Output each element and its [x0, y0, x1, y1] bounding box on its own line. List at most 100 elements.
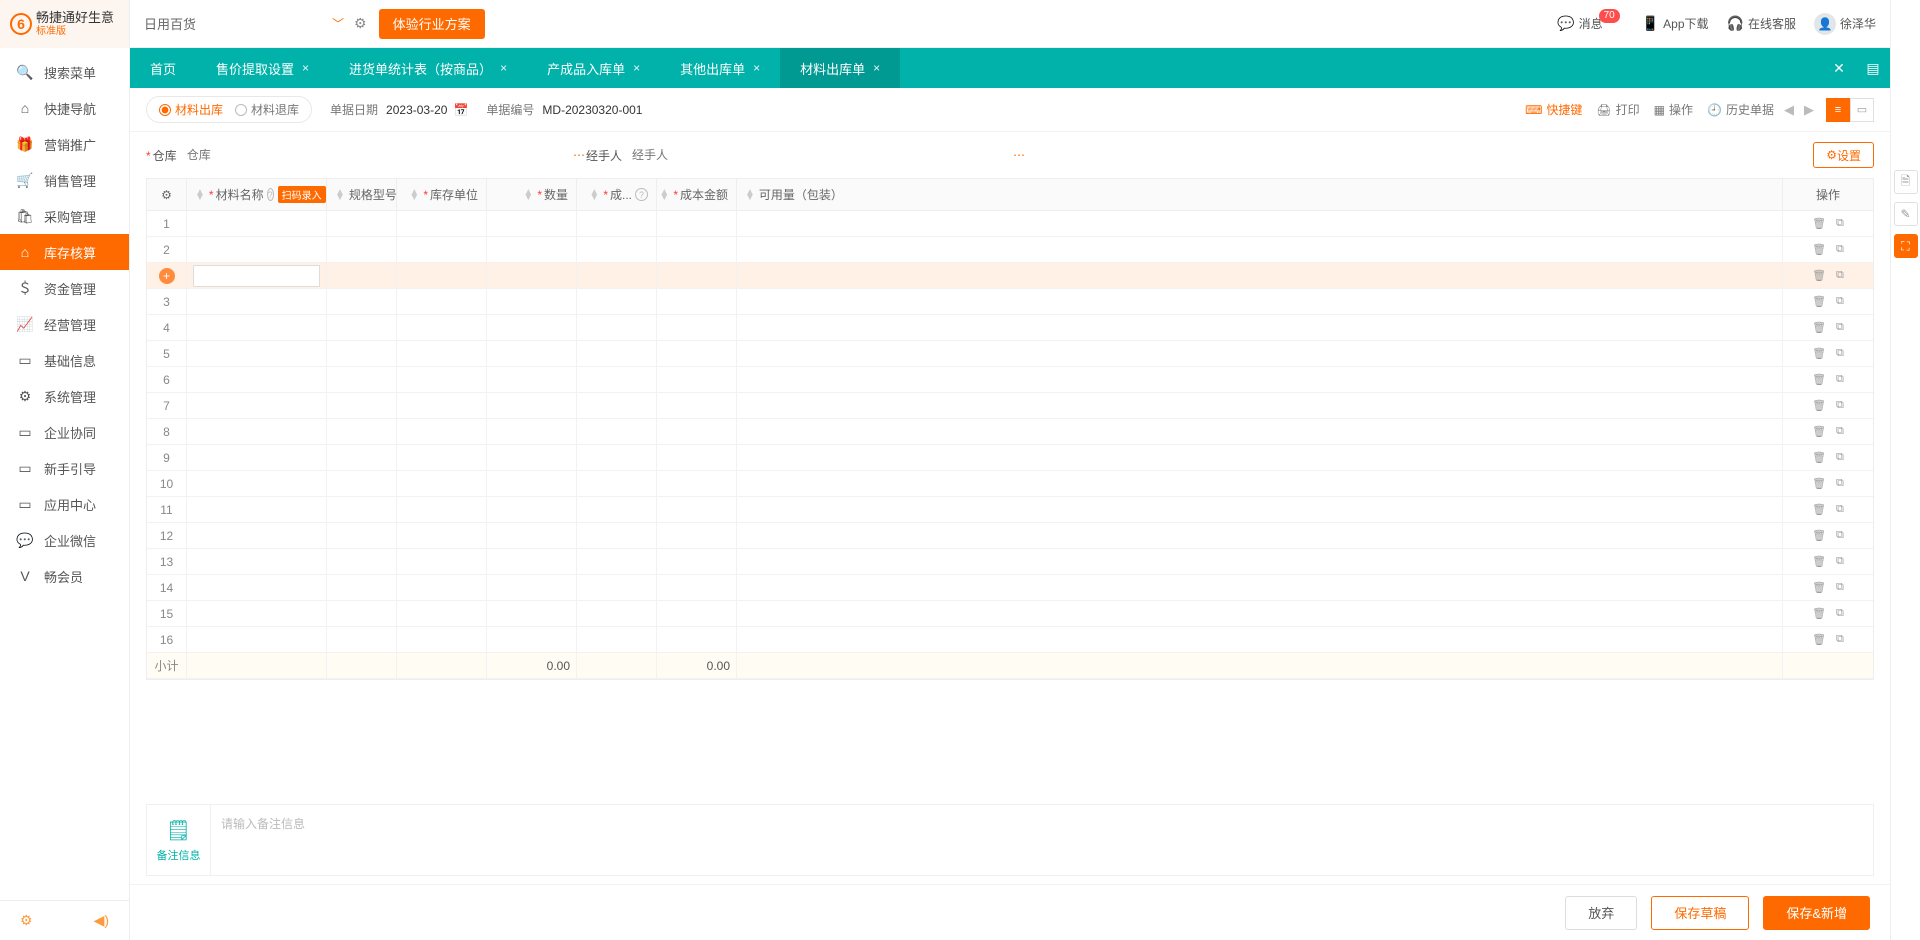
unit-cell[interactable]: [397, 497, 487, 522]
cost-cell[interactable]: [577, 419, 657, 444]
unit-cell[interactable]: [397, 237, 487, 262]
copy-row-icon[interactable]: ⧉: [1836, 295, 1844, 308]
sidebar-collapse-icon[interactable]: ◀): [94, 912, 109, 929]
available-cell[interactable]: [737, 237, 1783, 262]
cost-cell[interactable]: [577, 497, 657, 522]
unit-cell[interactable]: [397, 419, 487, 444]
delete-row-icon[interactable]: 🗑: [1812, 581, 1826, 594]
model-cell[interactable]: [327, 237, 397, 262]
close-icon[interactable]: ×: [753, 61, 760, 75]
cost-cell[interactable]: [577, 393, 657, 418]
cost-cell[interactable]: [577, 523, 657, 548]
model-cell[interactable]: [327, 627, 397, 652]
material-cell[interactable]: [187, 523, 327, 548]
model-cell[interactable]: [327, 471, 397, 496]
sidebar-item-7[interactable]: 📈经营管理: [0, 306, 129, 342]
available-cell[interactable]: [737, 289, 1783, 314]
unit-cell[interactable]: [397, 575, 487, 600]
prev-doc-button[interactable]: ◀: [1784, 102, 1794, 118]
amount-cell[interactable]: [657, 627, 737, 652]
material-cell[interactable]: [187, 289, 327, 314]
warehouse-more-icon[interactable]: ⋯: [573, 148, 586, 162]
amount-cell[interactable]: [657, 289, 737, 314]
qty-cell[interactable]: [487, 445, 577, 470]
cost-cell[interactable]: [577, 445, 657, 470]
tab-close-all-button[interactable]: ✕: [1822, 48, 1856, 88]
amount-cell[interactable]: [657, 419, 737, 444]
material-cell[interactable]: [187, 341, 327, 366]
model-cell[interactable]: [327, 419, 397, 444]
material-cell[interactable]: [187, 419, 327, 444]
warehouse-input[interactable]: [187, 148, 569, 162]
unit-cell[interactable]: [397, 627, 487, 652]
amount-cell[interactable]: [657, 575, 737, 600]
col-quantity[interactable]: ▲▼ *数量: [487, 179, 577, 210]
delete-row-icon[interactable]: 🗑: [1812, 321, 1826, 334]
qty-cell[interactable]: [487, 549, 577, 574]
model-cell[interactable]: [327, 497, 397, 522]
cost-cell[interactable]: [577, 211, 657, 236]
material-cell[interactable]: [187, 237, 327, 262]
category-selector[interactable]: 日用百货 ﹀: [144, 14, 344, 33]
unit-cell[interactable]: [397, 211, 487, 236]
available-cell[interactable]: [737, 549, 1783, 574]
copy-row-icon[interactable]: ⧉: [1836, 373, 1844, 386]
dock-expand-button[interactable]: ⛶: [1894, 234, 1918, 258]
unit-cell[interactable]: [397, 549, 487, 574]
model-cell[interactable]: [327, 315, 397, 340]
close-icon[interactable]: ×: [633, 61, 640, 75]
col-material-name[interactable]: ▲▼ *材料名称 ? 扫码录入: [187, 179, 327, 210]
print-link[interactable]: 🖨打印: [1596, 101, 1639, 118]
sidebar-item-9[interactable]: ⚙系统管理: [0, 378, 129, 414]
dock-link-button[interactable]: ✎: [1894, 202, 1918, 226]
copy-row-icon[interactable]: ⧉: [1836, 347, 1844, 360]
delete-row-icon[interactable]: 🗑: [1812, 529, 1826, 542]
delete-row-icon[interactable]: 🗑: [1812, 269, 1826, 282]
sidebar-item-13[interactable]: 💬企业微信: [0, 522, 129, 558]
copy-row-icon[interactable]: ⧉: [1836, 581, 1844, 594]
model-cell[interactable]: [327, 211, 397, 236]
shortcut-link[interactable]: ⌨快捷键: [1525, 101, 1582, 118]
amount-cell[interactable]: [657, 471, 737, 496]
delete-row-icon[interactable]: 🗑: [1812, 373, 1826, 386]
help-icon[interactable]: ?: [267, 188, 274, 201]
qty-cell[interactable]: [487, 575, 577, 600]
unit-cell[interactable]: [397, 367, 487, 392]
close-icon[interactable]: ×: [500, 61, 507, 75]
sidebar-item-0[interactable]: 🔍搜索菜单: [0, 54, 129, 90]
sidebar-item-3[interactable]: 🛒销售管理: [0, 162, 129, 198]
header-user[interactable]: 👤 徐泽华: [1814, 13, 1876, 35]
amount-cell[interactable]: [657, 211, 737, 236]
amount-cell[interactable]: [657, 263, 737, 288]
material-cell[interactable]: [187, 575, 327, 600]
view-list-button[interactable]: ≡: [1826, 98, 1850, 122]
amount-cell[interactable]: [657, 315, 737, 340]
sidebar-item-2[interactable]: 🎁营销推广: [0, 126, 129, 162]
cost-cell[interactable]: [577, 289, 657, 314]
copy-row-icon[interactable]: ⧉: [1836, 477, 1844, 490]
scan-input-badge[interactable]: 扫码录入: [278, 186, 326, 203]
unit-cell[interactable]: [397, 289, 487, 314]
delete-row-icon[interactable]: 🗑: [1812, 399, 1826, 412]
col-cost-amount[interactable]: ▲▼ *成本金额: [657, 179, 737, 210]
delete-row-icon[interactable]: 🗑: [1812, 503, 1826, 516]
unit-cell[interactable]: [397, 341, 487, 366]
available-cell[interactable]: [737, 393, 1783, 418]
sidebar-item-14[interactable]: V畅会员: [0, 558, 129, 594]
cost-cell[interactable]: [577, 341, 657, 366]
cost-cell[interactable]: [577, 367, 657, 392]
cost-cell[interactable]: [577, 315, 657, 340]
history-link[interactable]: 🕘历史单据: [1707, 101, 1774, 118]
qty-cell[interactable]: [487, 627, 577, 652]
copy-row-icon[interactable]: ⧉: [1836, 425, 1844, 438]
remark-textarea[interactable]: 请输入备注信息: [211, 805, 1873, 875]
qty-cell[interactable]: [487, 315, 577, 340]
add-row-button[interactable]: +: [147, 263, 187, 288]
copy-row-icon[interactable]: ⧉: [1836, 529, 1844, 542]
abandon-button[interactable]: 放弃: [1565, 896, 1637, 930]
material-cell[interactable]: [187, 367, 327, 392]
model-cell[interactable]: [327, 393, 397, 418]
copy-row-icon[interactable]: ⧉: [1836, 217, 1844, 230]
tab-5[interactable]: 材料出库单×: [780, 48, 900, 88]
unit-cell[interactable]: [397, 263, 487, 288]
